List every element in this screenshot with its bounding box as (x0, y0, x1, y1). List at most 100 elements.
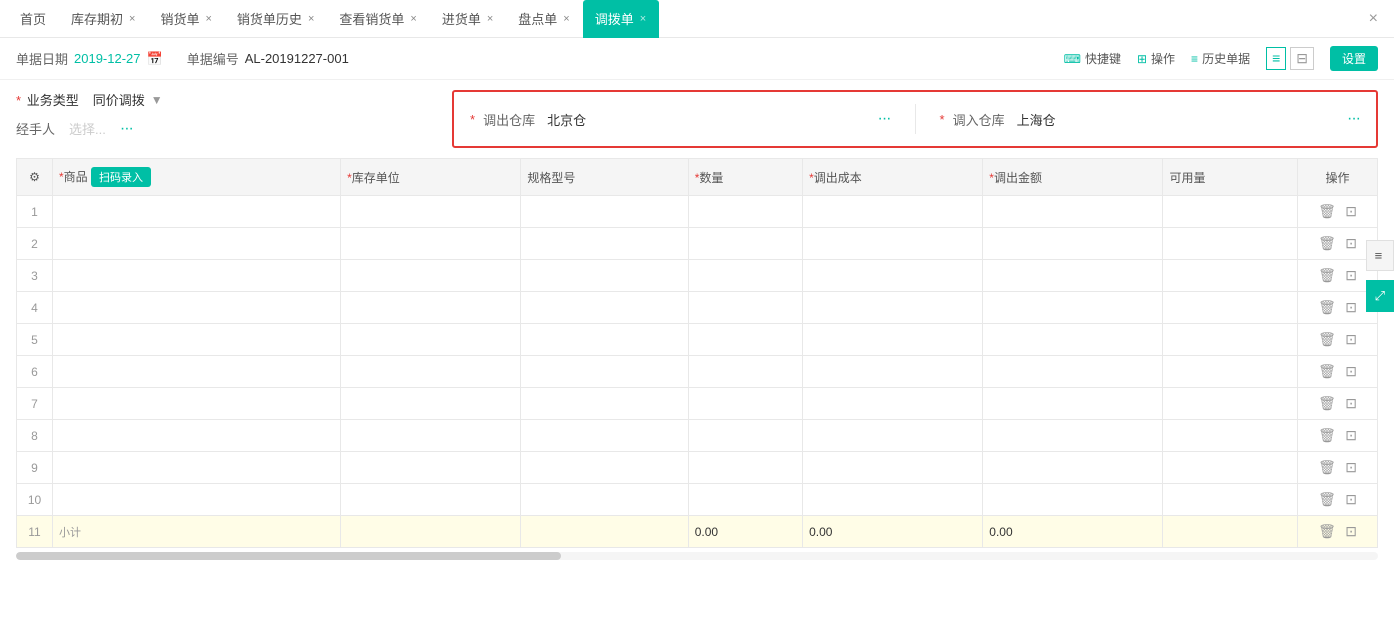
tab-inventory-init[interactable]: 库存期初 × (59, 0, 148, 38)
amount-cell-6 (983, 356, 1163, 388)
cost-cell-2 (803, 228, 983, 260)
operations-button[interactable]: ⊞ 操作 (1137, 50, 1175, 67)
qty-cell-4 (688, 292, 802, 324)
tab-view-sales[interactable]: 查看销货单 × (327, 0, 429, 38)
table-row: 1 🗑 ⊡ (17, 196, 1378, 228)
copy-icon-11[interactable]: ⊡ (1345, 523, 1357, 539)
document-toolbar: 单据日期 2019-12-27 📅 单据编号 AL-20191227-001 ⌨… (0, 38, 1394, 80)
copy-icon-5[interactable]: ⊡ (1345, 331, 1357, 347)
delete-icon-10[interactable]: 🗑 (1318, 491, 1336, 507)
handler-input[interactable]: 选择... (69, 119, 106, 138)
layout-grid-button[interactable]: ⊟ (1290, 47, 1314, 70)
product-cell-7[interactable] (53, 388, 341, 420)
ops-cell-9: 🗑 ⊡ (1298, 452, 1378, 484)
row-num-10: 10 (17, 484, 53, 516)
available-cell-2 (1163, 228, 1298, 260)
tab-inventory-init-close[interactable]: × (129, 13, 135, 25)
tab-sales-order[interactable]: 销货单 × (148, 0, 224, 38)
delete-icon-9[interactable]: 🗑 (1318, 459, 1336, 475)
tab-sales-history-close[interactable]: × (308, 13, 314, 25)
handler-more-icon[interactable]: ··· (120, 120, 133, 138)
transfer-in-value[interactable]: 上海仓 (1017, 110, 1056, 129)
side-list-button[interactable]: ≡ (1366, 240, 1394, 271)
unit-cell-5 (341, 324, 521, 356)
available-cell-4 (1163, 292, 1298, 324)
product-cell-4[interactable] (53, 292, 341, 324)
subtotal-cost-cell: 0.00 (803, 516, 983, 548)
transfer-out-value[interactable]: 北京仓 (547, 110, 586, 129)
form-left: * 业务类型 同价调拨 ▼ 经手人 选择... ··· (16, 90, 436, 138)
tab-purchase-order[interactable]: 进货单 × (430, 0, 506, 38)
settings-button[interactable]: 设置 (1330, 46, 1378, 71)
shortcuts-button[interactable]: ⌨ 快捷键 (1064, 50, 1121, 67)
transfer-in-more-icon[interactable]: ··· (1347, 110, 1360, 128)
product-cell-8[interactable] (53, 420, 341, 452)
window-close-button[interactable]: × (1361, 10, 1386, 28)
transfer-out-more-icon[interactable]: ··· (878, 110, 891, 128)
spec-cell-10 (521, 484, 688, 516)
subtotal-available-cell (1163, 516, 1298, 548)
delete-icon-8[interactable]: 🗑 (1318, 427, 1336, 443)
delete-icon-6[interactable]: 🗑 (1318, 363, 1336, 379)
date-value[interactable]: 2019-12-27 (74, 51, 141, 66)
copy-icon-2[interactable]: ⊡ (1345, 235, 1357, 251)
copy-icon-10[interactable]: ⊡ (1345, 491, 1357, 507)
warehouse-divider (915, 104, 916, 134)
tab-stocktake-close[interactable]: × (563, 13, 569, 25)
table-row: 8 🗑 ⊡ (17, 420, 1378, 452)
tab-transfer[interactable]: 调拨单 × (583, 0, 659, 38)
copy-icon-8[interactable]: ⊡ (1345, 427, 1357, 443)
delete-icon-5[interactable]: 🗑 (1318, 331, 1336, 347)
qty-cell-3 (688, 260, 802, 292)
qty-cell-10 (688, 484, 802, 516)
tab-view-sales-close[interactable]: × (410, 13, 416, 25)
layout-list-button[interactable]: ≡ (1266, 47, 1286, 70)
qty-cell-5 (688, 324, 802, 356)
business-type-field: * 业务类型 同价调拨 ▼ (16, 90, 436, 109)
business-type-dropdown[interactable]: 同价调拨 ▼ (85, 90, 163, 109)
copy-icon-7[interactable]: ⊡ (1345, 395, 1357, 411)
available-cell-1 (1163, 196, 1298, 228)
table-header-row: ⚙ *商品 扫码录入 *库存单位 规格型号 *数量 *调出成本 *调出金额 可用… (17, 159, 1378, 196)
history-label: 历史单据 (1202, 50, 1250, 67)
copy-icon-1[interactable]: ⊡ (1345, 203, 1357, 219)
scan-barcode-button[interactable]: 扫码录入 (91, 167, 151, 187)
available-cell-7 (1163, 388, 1298, 420)
tab-sales-history-label: 销货单历史 (237, 9, 302, 28)
history-button[interactable]: ≡ 历史单据 (1191, 50, 1250, 67)
copy-icon-4[interactable]: ⊡ (1345, 299, 1357, 315)
cost-cell-4 (803, 292, 983, 324)
col-settings-header[interactable]: ⚙ (17, 159, 53, 196)
delete-icon-4[interactable]: 🗑 (1318, 299, 1336, 315)
copy-icon-9[interactable]: ⊡ (1345, 459, 1357, 475)
available-cell-3 (1163, 260, 1298, 292)
side-expand-button[interactable]: ⤢ (1366, 280, 1394, 312)
copy-icon-6[interactable]: ⊡ (1345, 363, 1357, 379)
delete-icon-11[interactable]: 🗑 (1318, 523, 1336, 539)
horizontal-scrollbar[interactable] (16, 552, 1378, 560)
calendar-icon[interactable]: 📅 (147, 51, 163, 67)
copy-icon-3[interactable]: ⊡ (1345, 267, 1357, 283)
tab-sales-history[interactable]: 销货单历史 × (225, 0, 327, 38)
delete-icon-7[interactable]: 🗑 (1318, 395, 1336, 411)
product-cell-10[interactable] (53, 484, 341, 516)
unit-cell-6 (341, 356, 521, 388)
product-cell-9[interactable] (53, 452, 341, 484)
qty-cell-9 (688, 452, 802, 484)
product-cell-3[interactable] (53, 260, 341, 292)
product-cell-2[interactable] (53, 228, 341, 260)
tab-purchase-order-close[interactable]: × (487, 13, 493, 25)
spec-cell-2 (521, 228, 688, 260)
delete-icon-3[interactable]: 🗑 (1318, 267, 1336, 283)
table-row: 2 🗑 ⊡ (17, 228, 1378, 260)
tab-home[interactable]: 首页 (8, 0, 59, 38)
tab-stocktake[interactable]: 盘点单 × (506, 0, 582, 38)
delete-icon-1[interactable]: 🗑 (1318, 203, 1336, 219)
tab-transfer-close[interactable]: × (640, 13, 646, 25)
product-cell-6[interactable] (53, 356, 341, 388)
product-cell-1[interactable] (53, 196, 341, 228)
delete-icon-2[interactable]: 🗑 (1318, 235, 1336, 251)
row-num-8: 8 (17, 420, 53, 452)
tab-sales-order-close[interactable]: × (205, 13, 211, 25)
product-cell-5[interactable] (53, 324, 341, 356)
